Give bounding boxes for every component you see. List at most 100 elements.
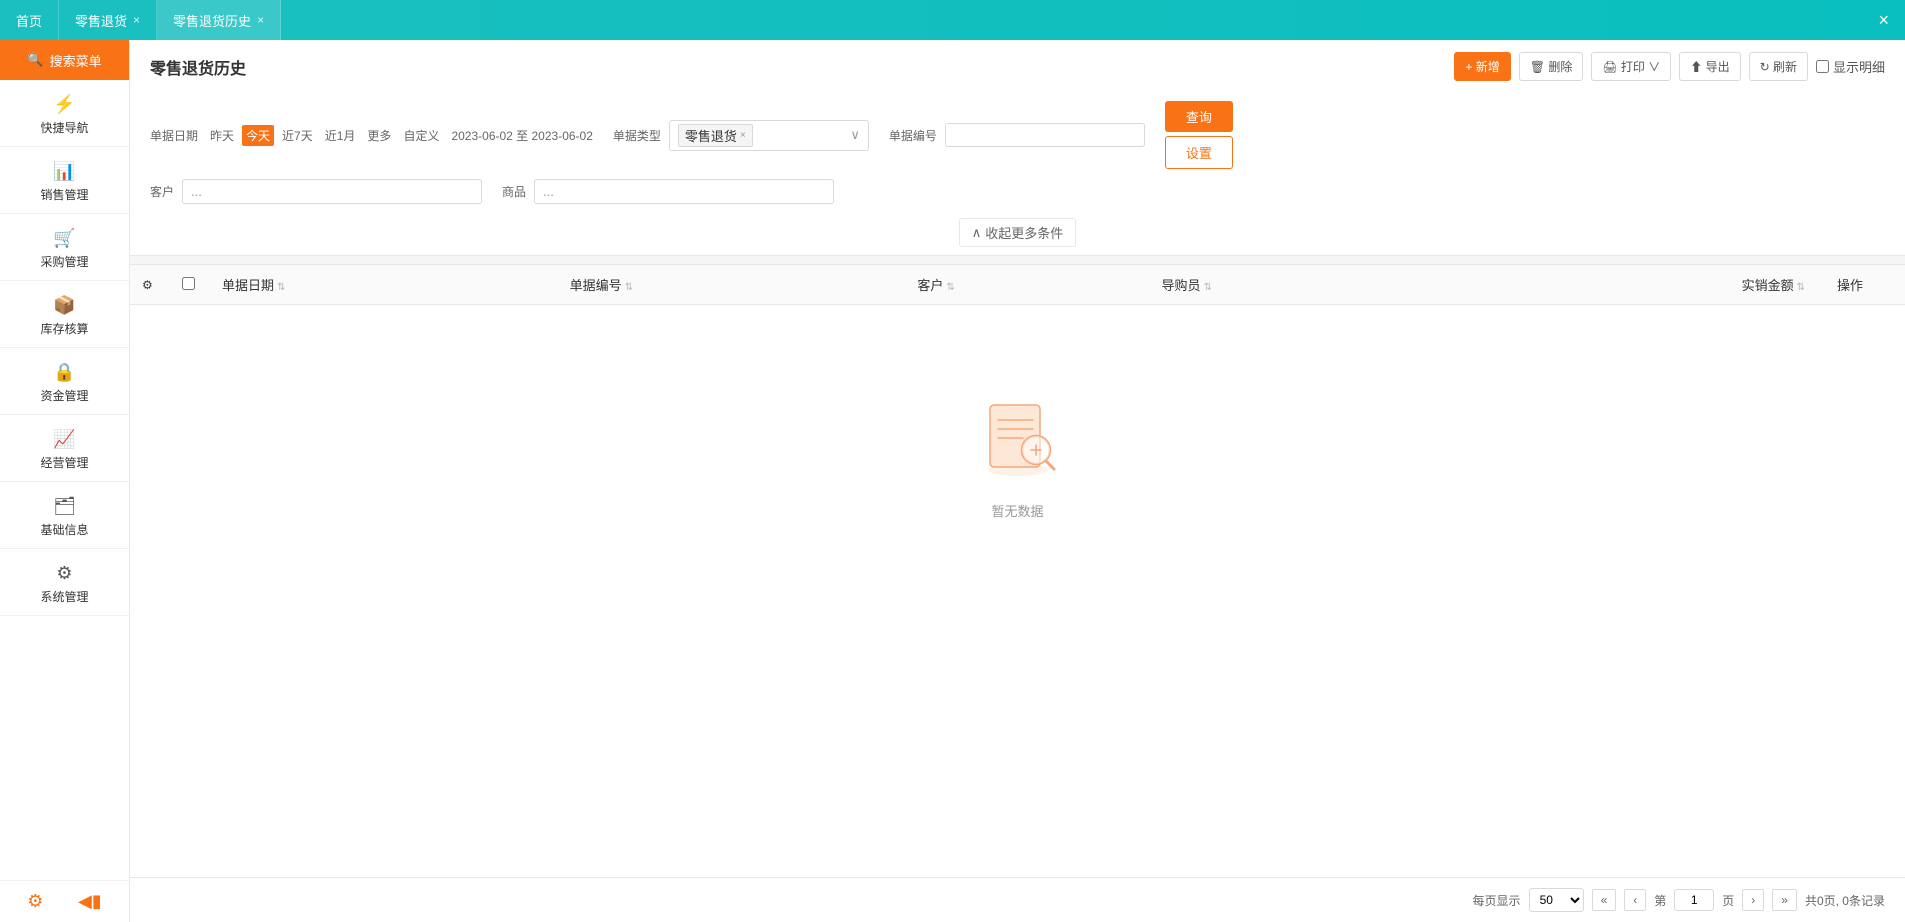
sidebar-item-inventory[interactable]: 📦 库存核算: [0, 281, 129, 348]
th-actions-label: 操作: [1837, 278, 1863, 293]
tab-retail-return[interactable]: 零售退货 ×: [59, 0, 157, 40]
empty-illustration: [968, 385, 1068, 485]
display-detail-checkbox[interactable]: [1816, 60, 1829, 73]
quick-nav-icon: ⚡: [53, 94, 75, 115]
query-set-col: 查询 设置: [1165, 101, 1233, 169]
search-menu-icon: 🔍: [27, 52, 43, 68]
page-size-select[interactable]: 50 100 200: [1529, 888, 1584, 912]
print-button[interactable]: 🖨 打印 ∨: [1591, 52, 1671, 81]
page-header: 零售退货历史 + 新增 🗑 删除 🖨 打印 ∨ ⬆ 导出 ↻ 刷新 显示明细: [130, 40, 1905, 256]
date-opt-custom[interactable]: 自定义: [399, 125, 443, 146]
date-filter-group: 单据日期 昨天 今天 近7天 近1月 更多 自定义 2023-06-02 至 2…: [150, 125, 593, 146]
inventory-label: 库存核算: [40, 320, 88, 337]
th-actions: 操作: [1825, 265, 1905, 305]
date-options: 昨天 今天 近7天 近1月 更多 自定义: [206, 125, 443, 146]
audio-footer-icon[interactable]: ◀▮: [78, 891, 102, 912]
th-guide[interactable]: 导购员⇅: [1150, 265, 1446, 305]
export-button[interactable]: ⬆ 导出: [1679, 52, 1740, 81]
next-page-btn[interactable]: ›: [1742, 889, 1764, 911]
query-button[interactable]: 查询: [1165, 101, 1233, 132]
collapse-button[interactable]: ∧ 收起更多条件: [959, 218, 1077, 247]
delete-button[interactable]: 🗑 删除: [1519, 52, 1584, 81]
th-amount[interactable]: 实销金额⇅: [1445, 265, 1825, 305]
tab-retail-return-history-close[interactable]: ×: [257, 13, 264, 27]
th-date-label: 单据日期: [222, 278, 274, 293]
type-select-arrow: ∨: [850, 127, 860, 143]
th-guide-label: 导购员: [1162, 278, 1201, 293]
select-all-checkbox[interactable]: [182, 277, 195, 290]
sidebar-item-quick-nav[interactable]: ⚡ 快捷导航: [0, 80, 129, 147]
empty-state-row: 暂无数据: [130, 305, 1905, 601]
goods-placeholder: ...: [543, 184, 554, 199]
tab-list: 首页 零售退货 × 零售退货历史 ×: [0, 0, 1862, 40]
number-filter-input[interactable]: [945, 123, 1145, 147]
sidebar-item-purchase[interactable]: 🛒 采购管理: [0, 214, 129, 281]
tab-home-label: 首页: [16, 11, 42, 30]
finance-label: 资金管理: [40, 387, 88, 404]
window-close-button[interactable]: ×: [1862, 10, 1905, 31]
customer-filter-group: 客户 ...: [150, 179, 482, 204]
th-date[interactable]: 单据日期⇅: [210, 265, 558, 305]
table-area: ⚙ 单据日期⇅ 单据编号⇅ 客户⇅ 导购员⇅ 实销金额⇅ 操作: [130, 264, 1905, 877]
table-body: 暂无数据: [130, 305, 1905, 601]
table-header-row: ⚙ 单据日期⇅ 单据编号⇅ 客户⇅ 导购员⇅ 实销金额⇅ 操作: [130, 265, 1905, 305]
number-filter-label: 单据编号: [889, 127, 937, 144]
customer-filter-input[interactable]: ...: [182, 179, 482, 204]
tab-retail-return-label: 零售退货: [75, 11, 127, 30]
goods-filter-input[interactable]: ...: [534, 179, 834, 204]
sidebar-item-operations[interactable]: 📈 经营管理: [0, 415, 129, 482]
date-range-display: 2023-06-02 至 2023-06-02: [451, 127, 592, 144]
th-number[interactable]: 单据编号⇅: [558, 265, 906, 305]
th-check[interactable]: [170, 265, 210, 305]
filter-collapse-row: ∧ 收起更多条件: [150, 214, 1885, 255]
content-area: 零售退货历史 + 新增 🗑 删除 🖨 打印 ∨ ⬆ 导出 ↻ 刷新 显示明细: [130, 40, 1905, 922]
date-opt-yesterday[interactable]: 昨天: [206, 125, 238, 146]
tab-home[interactable]: 首页: [0, 0, 59, 40]
th-customer[interactable]: 客户⇅: [905, 265, 1149, 305]
display-detail-label: 显示明细: [1833, 57, 1885, 76]
tab-retail-return-history[interactable]: 零售退货历史 ×: [157, 0, 281, 40]
sidebar-item-system[interactable]: ⚙ 系统管理: [0, 549, 129, 616]
tab-retail-return-history-label: 零售退货历史: [173, 11, 251, 30]
filter-area: 单据日期 昨天 今天 近7天 近1月 更多 自定义 2023-06-02 至 2…: [150, 93, 1885, 255]
purchase-icon: 🛒: [53, 228, 75, 249]
top-bar: 首页 零售退货 × 零售退货历史 × ×: [0, 0, 1905, 40]
sidebar-item-sales[interactable]: 📊 销售管理: [0, 147, 129, 214]
operations-icon: 📈: [53, 429, 75, 450]
sort-amount-icon: ⇅: [1797, 282, 1805, 293]
new-button[interactable]: + 新增: [1454, 52, 1510, 81]
finance-icon: 🔒: [53, 362, 75, 383]
page-input[interactable]: [1674, 889, 1714, 911]
th-customer-label: 客户: [917, 278, 943, 293]
set-button[interactable]: 设置: [1165, 136, 1233, 169]
sidebar-footer: ⚙ ◀▮: [0, 880, 129, 922]
toolbar: + 新增 🗑 删除 🖨 打印 ∨ ⬆ 导出 ↻ 刷新 显示明细: [1454, 52, 1885, 81]
th-settings[interactable]: ⚙: [130, 265, 170, 305]
sidebar-item-finance[interactable]: 🔒 资金管理: [0, 348, 129, 415]
quick-nav-label: 快捷导航: [40, 119, 88, 136]
refresh-button[interactable]: ↻ 刷新: [1749, 52, 1808, 81]
display-detail-check[interactable]: 显示明细: [1816, 57, 1885, 76]
number-filter-group: 单据编号: [889, 123, 1145, 147]
date-opt-more[interactable]: 更多: [363, 125, 395, 146]
tab-retail-return-close[interactable]: ×: [133, 13, 140, 27]
page-unit: 页: [1722, 892, 1734, 909]
type-tag-value: 零售退货: [685, 126, 737, 145]
sidebar-item-basic-info[interactable]: 🗂 基础信息: [0, 482, 129, 549]
search-menu-button[interactable]: 🔍 搜索菜单: [0, 40, 129, 80]
first-page-btn[interactable]: «: [1592, 889, 1617, 911]
table-footer: 每页显示 50 100 200 « ‹ 第 页 › » 共0页, 0条记录: [130, 877, 1905, 922]
prev-page-btn[interactable]: ‹: [1624, 889, 1646, 911]
main-layout: 🔍 搜索菜单 ⚡ 快捷导航 📊 销售管理 🛒 采购管理 📦 库存核算 🔒 资金管…: [0, 40, 1905, 922]
type-tag-close[interactable]: ×: [740, 130, 746, 141]
date-opt-today[interactable]: 今天: [242, 125, 274, 146]
customer-filter-label: 客户: [150, 183, 174, 200]
system-icon: ⚙: [56, 563, 72, 584]
date-opt-1month[interactable]: 近1月: [321, 125, 360, 146]
last-page-btn[interactable]: »: [1772, 889, 1797, 911]
settings-footer-icon[interactable]: ⚙: [27, 891, 43, 912]
type-filter-select[interactable]: 零售退货 × ∨: [669, 120, 869, 151]
date-opt-7days[interactable]: 近7天: [278, 125, 317, 146]
sidebar: 🔍 搜索菜单 ⚡ 快捷导航 📊 销售管理 🛒 采购管理 📦 库存核算 🔒 资金管…: [0, 40, 130, 922]
data-table: ⚙ 单据日期⇅ 单据编号⇅ 客户⇅ 导购员⇅ 实销金额⇅ 操作: [130, 264, 1905, 600]
